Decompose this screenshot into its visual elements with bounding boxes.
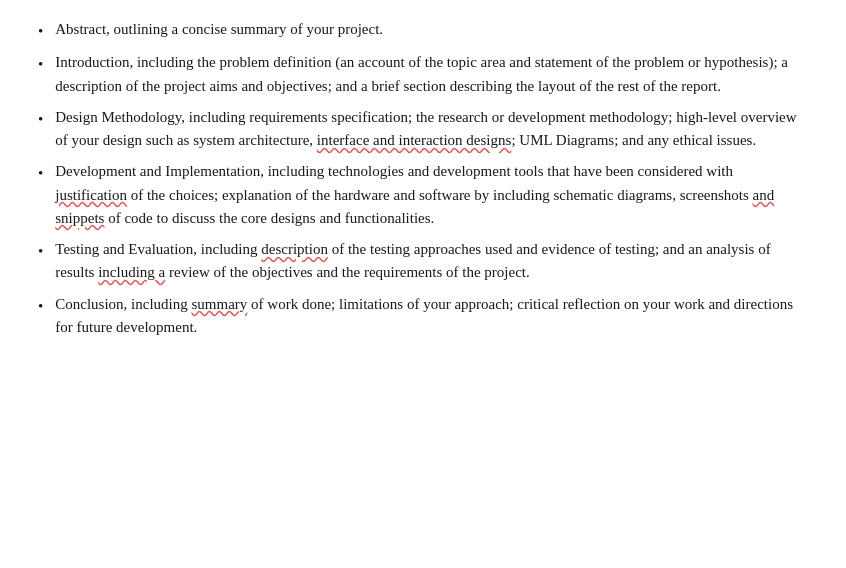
underlined-text: including a xyxy=(98,264,165,280)
bullet-dot: • xyxy=(38,162,43,185)
item-text: Development and Implementation, includin… xyxy=(55,160,808,230)
list-item: • Abstract, outlining a concise summary … xyxy=(38,18,808,43)
underlined-text: and snippets xyxy=(55,187,774,226)
bullet-dot: • xyxy=(38,108,43,131)
main-list: • Abstract, outlining a concise summary … xyxy=(38,18,808,339)
item-text: Testing and Evaluation, including descri… xyxy=(55,238,808,285)
bullet-dot: • xyxy=(38,20,43,43)
underlined-text: interface and interaction designs xyxy=(317,132,512,148)
underlined-text: justification xyxy=(55,187,127,203)
item-text: Abstract, outlining a concise summary of… xyxy=(55,18,808,41)
bullet-dot: • xyxy=(38,295,43,318)
bullet-dot: • xyxy=(38,240,43,263)
underlined-text: summary xyxy=(192,296,248,312)
list-item: • Introduction, including the problem de… xyxy=(38,51,808,98)
list-item: • Design Methodology, including requirem… xyxy=(38,106,808,153)
bullet-dot: • xyxy=(38,53,43,76)
underlined-text: description xyxy=(261,241,328,257)
item-text: Conclusion, including summary of work do… xyxy=(55,293,808,340)
list-item: • Conclusion, including summary of work … xyxy=(38,293,808,340)
list-item: • Testing and Evaluation, including desc… xyxy=(38,238,808,285)
list-item: • Development and Implementation, includ… xyxy=(38,160,808,230)
item-text: Introduction, including the problem defi… xyxy=(55,51,808,98)
item-text: Design Methodology, including requiremen… xyxy=(55,106,808,153)
